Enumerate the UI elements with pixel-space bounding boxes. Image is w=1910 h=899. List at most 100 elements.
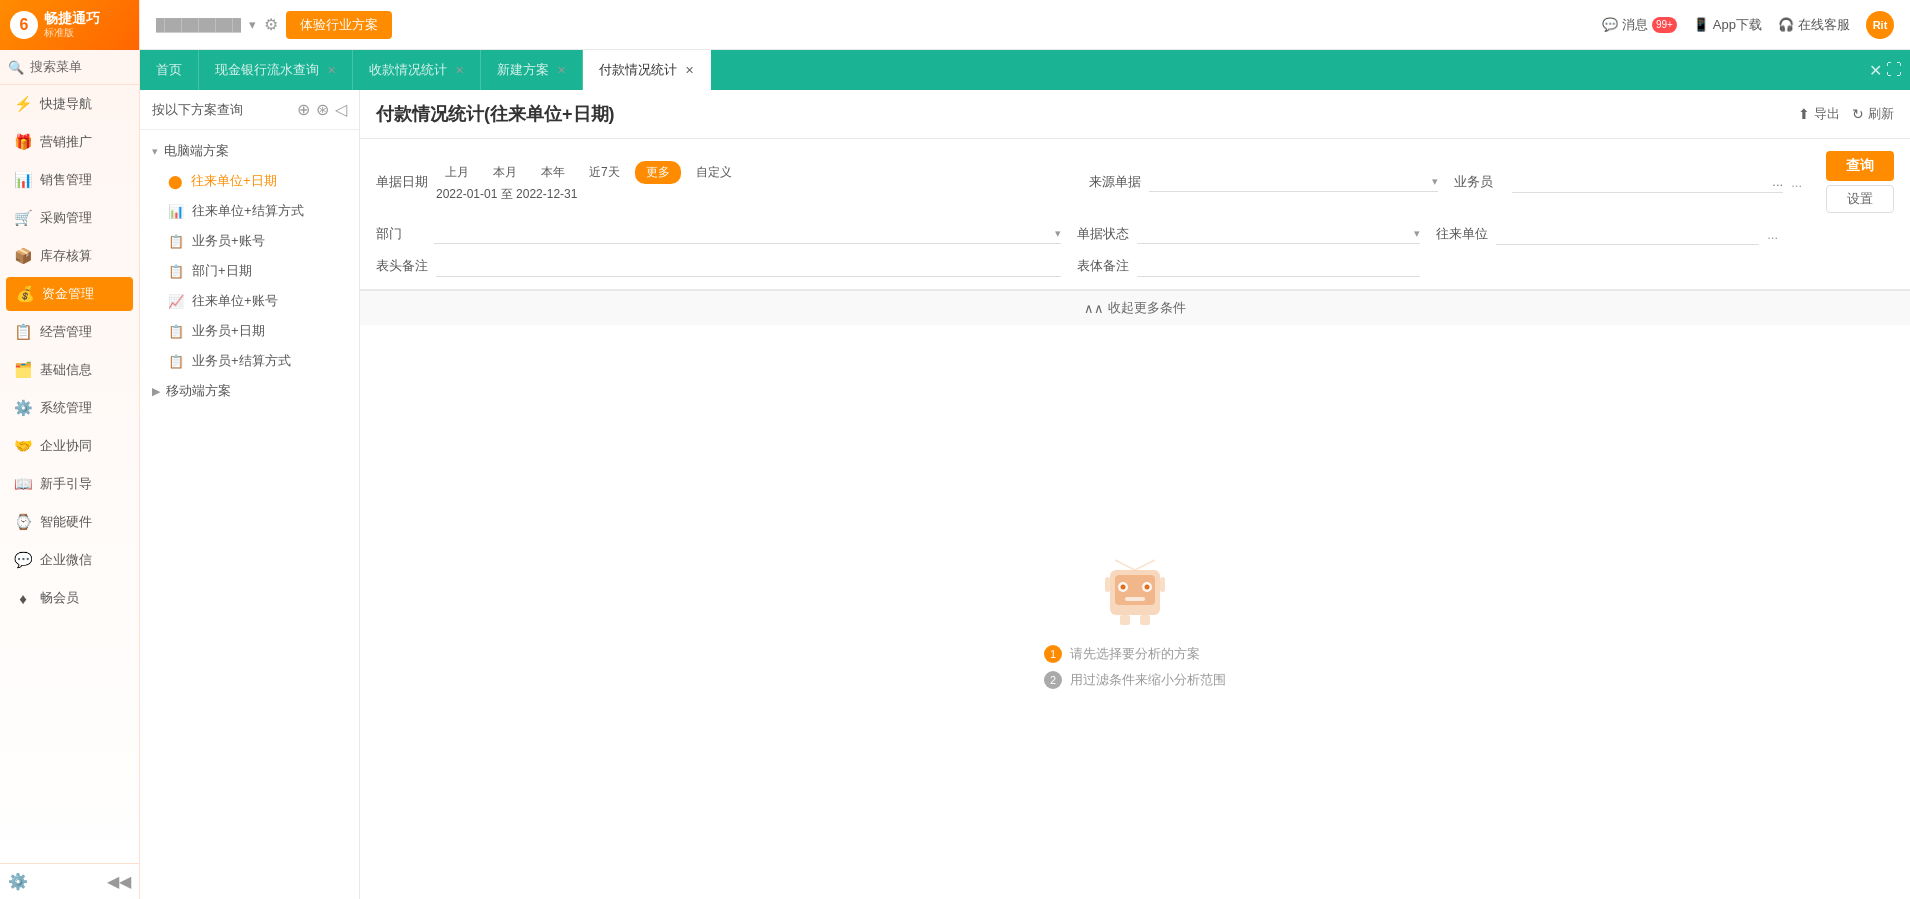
sidebar-item-sales[interactable]: 📊 销售管理 (0, 161, 139, 199)
collapse-sidebar-btn[interactable]: ◀◀ (107, 872, 131, 891)
tab-payment-close-icon[interactable]: ✕ (685, 64, 694, 77)
settings-footer-btn[interactable]: ⚙️ (8, 872, 28, 891)
close-all-tabs-btn[interactable]: ✕ (1869, 61, 1882, 80)
sidebar-item-enterprise[interactable]: 🤝 企业协同 (0, 427, 139, 465)
body-remark-input[interactable] (1137, 255, 1420, 277)
dept-arrow-icon: ▾ (1055, 227, 1061, 240)
scheme-group-mobile-title[interactable]: ▶ 移动端方案 (140, 376, 359, 406)
status-select[interactable]: ▾ (1137, 224, 1420, 244)
sidebar-footer: ⚙️ ◀◀ (0, 863, 139, 899)
this-month-btn[interactable]: 本月 (484, 161, 526, 184)
sidebar-item-label: 智能硬件 (40, 513, 92, 531)
dropdown-arrow-icon[interactable]: ▾ (249, 17, 256, 32)
sidebar-item-system[interactable]: ⚙️ 系统管理 (0, 389, 139, 427)
query-btn[interactable]: 查询 (1826, 151, 1894, 181)
svg-rect-9 (1120, 615, 1130, 625)
sidebar-item-marketing[interactable]: 🎁 营销推广 (0, 123, 139, 161)
staff-input[interactable] (1512, 171, 1784, 193)
hint-item-2: 2 用过滤条件来缩小分析范围 (1044, 671, 1226, 689)
tab-new-label: 新建方案 (497, 61, 549, 79)
svg-point-5 (1145, 585, 1150, 590)
sidebar-item-purchase[interactable]: 🛒 采购管理 (0, 199, 139, 237)
maximize-btn[interactable]: ⛶ (1886, 61, 1902, 79)
sidebar-item-wechat[interactable]: 💬 企业微信 (0, 541, 139, 579)
header-remark-input[interactable] (436, 255, 1061, 277)
refresh-icon: ↻ (1852, 106, 1864, 122)
source-select[interactable]: ▾ (1149, 172, 1438, 192)
last-7days-btn[interactable]: 近7天 (580, 161, 629, 184)
topbar-settings-icon[interactable]: ⚙ (264, 15, 278, 34)
scheme-item-dept-date[interactable]: 📋 部门+日期 (140, 256, 359, 286)
content-area: 按以下方案查询 ⊕ ⊛ ◁ ▾ 电脑端方案 ⬤ 往来单位+日期 (140, 90, 1910, 899)
scheme-item-staff-date[interactable]: 📋 业务员+日期 (140, 316, 359, 346)
tab-new-close-icon[interactable]: ✕ (557, 64, 566, 77)
tab-income-label: 收款情况统计 (369, 61, 447, 79)
svg-line-12 (1135, 560, 1155, 570)
main-area: ██████████ ▾ ⚙ 体验行业方案 💬 消息 99+ 📱 App下载 🎧… (140, 0, 1910, 899)
filter-status: 单据状态 ▾ (1077, 224, 1420, 244)
user-avatar[interactable]: Rit (1866, 11, 1894, 39)
sidebar-item-label: 采购管理 (40, 209, 92, 227)
filter-dept: 部门 ▾ (376, 224, 1061, 244)
tab-income-close-icon[interactable]: ✕ (455, 64, 464, 77)
search-menu[interactable]: 🔍 搜索菜单 (0, 50, 139, 85)
collapse-more-btn[interactable]: ∧∧ 收起更多条件 (360, 290, 1910, 325)
scheme-item-partner-account[interactable]: 📈 往来单位+账号 (140, 286, 359, 316)
svg-line-11 (1115, 560, 1135, 570)
dept-select[interactable]: ▾ (434, 224, 1061, 244)
last-month-btn[interactable]: 上月 (436, 161, 478, 184)
edit-scheme-btn[interactable]: ⊛ (316, 100, 329, 119)
tab-home[interactable]: 首页 (140, 50, 199, 90)
sidebar-item-guide[interactable]: 📖 新手引导 (0, 465, 139, 503)
sidebar-item-hardware[interactable]: ⌚ 智能硬件 (0, 503, 139, 541)
staff-more-btn[interactable]: ... (1791, 175, 1802, 190)
scheme-item-partner-settle[interactable]: 📊 往来单位+结算方式 (140, 196, 359, 226)
sidebar-item-basic[interactable]: 🗂️ 基础信息 (0, 351, 139, 389)
tab-bank-close-icon[interactable]: ✕ (327, 64, 336, 77)
sidebar-item-inventory[interactable]: 📦 库存核算 (0, 237, 139, 275)
sidebar-item-capital[interactable]: 💰 资金管理 (6, 277, 133, 311)
sidebar-item-member[interactable]: ♦️ 畅会员 (0, 579, 139, 617)
filter-row-2: 部门 ▾ 单据状态 ▾ 往来单位 (376, 223, 1894, 245)
sidebar-item-operation[interactable]: 📋 经营管理 (0, 313, 139, 351)
scheme-group-pc-title[interactable]: ▾ 电脑端方案 (140, 136, 359, 166)
settings-btn[interactable]: 设置 (1826, 185, 1894, 213)
collapse-panel-btn[interactable]: ◁ (335, 100, 347, 119)
online-service-btn[interactable]: 🎧 在线客服 (1778, 16, 1850, 34)
scheme-item-label: 业务员+日期 (192, 322, 265, 340)
trial-btn[interactable]: 体验行业方案 (286, 11, 392, 39)
capital-icon: 💰 (16, 285, 34, 303)
page-header: 付款情况统计(往来单位+日期) ⬆ 导出 ↻ 刷新 (360, 90, 1910, 139)
sidebar-item-label: 经营管理 (40, 323, 92, 341)
messages-btn[interactable]: 💬 消息 99+ (1602, 16, 1677, 34)
svg-point-4 (1121, 585, 1126, 590)
this-year-btn[interactable]: 本年 (532, 161, 574, 184)
tab-payment[interactable]: 付款情况统计 ✕ (583, 50, 711, 90)
custom-date-btn[interactable]: 自定义 (687, 161, 741, 184)
scheme-panel: 按以下方案查询 ⊕ ⊛ ◁ ▾ 电脑端方案 ⬤ 往来单位+日期 (140, 90, 360, 899)
sidebar-logo: 6 畅捷通巧 标准版 (0, 0, 139, 50)
tab-income[interactable]: 收款情况统计 ✕ (353, 50, 481, 90)
topbar-left: ██████████ ▾ ⚙ 体验行业方案 (156, 11, 1592, 39)
empty-hints: 1 请先选择要分析的方案 2 用过滤条件来缩小分析范围 (1044, 645, 1226, 689)
scheme-item-staff-account[interactable]: 📋 业务员+账号 (140, 226, 359, 256)
scheme-item-staff-settle[interactable]: 📋 业务员+结算方式 (140, 346, 359, 376)
refresh-btn[interactable]: ↻ 刷新 (1852, 105, 1894, 123)
sidebar-item-quick[interactable]: ⚡ 快捷导航 (0, 85, 139, 123)
scheme-linechart-icon: 📈 (168, 294, 184, 309)
partner-more-btn[interactable]: ... (1767, 227, 1778, 242)
tab-new[interactable]: 新建方案 ✕ (481, 50, 583, 90)
scheme-item-partner-date[interactable]: ⬤ 往来单位+日期 (140, 166, 359, 196)
app-download-btn[interactable]: 📱 App下载 (1693, 16, 1762, 34)
tab-bank[interactable]: 现金银行流水查询 ✕ (199, 50, 353, 90)
scheme-list: ▾ 电脑端方案 ⬤ 往来单位+日期 📊 往来单位+结算方式 📋 业务员+账号 (140, 130, 359, 899)
guide-icon: 📖 (14, 475, 32, 493)
empty-svg (1085, 535, 1185, 635)
filter-staff: 业务员 ... (1454, 171, 1803, 193)
message-label: 消息 (1622, 16, 1648, 34)
more-date-btn[interactable]: 更多 (635, 161, 681, 184)
partner-input[interactable] (1496, 223, 1760, 245)
collapse-icon: ▾ (152, 145, 158, 158)
add-scheme-btn[interactable]: ⊕ (297, 100, 310, 119)
export-btn[interactable]: ⬆ 导出 (1798, 105, 1840, 123)
